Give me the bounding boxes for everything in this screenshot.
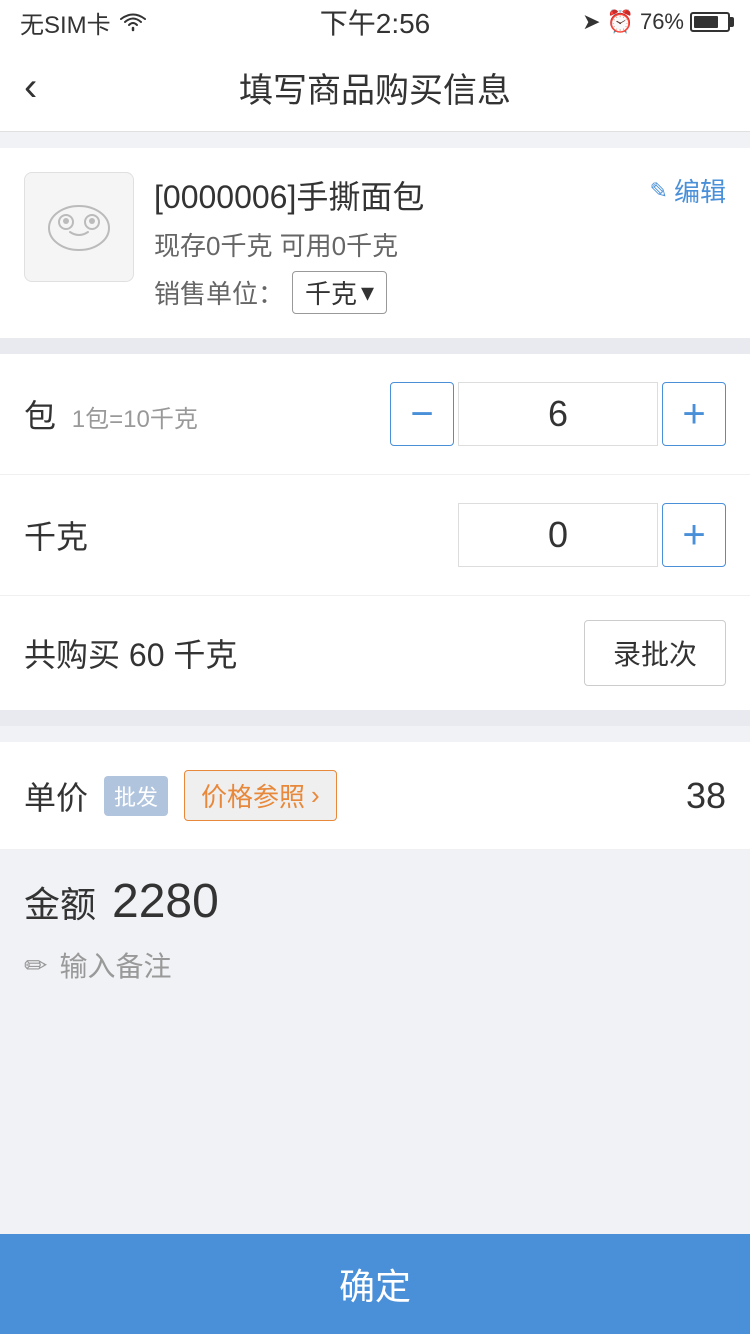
battery-icon [690, 12, 730, 32]
note-placeholder: 输入备注 [59, 945, 171, 985]
status-bar: 无SIM卡 下午2:56 ➤ ⏰ 76% [0, 0, 750, 44]
pack-decrease-button[interactable]: − [390, 382, 454, 446]
price-reference-button[interactable]: 价格参照 › [184, 770, 337, 821]
kg-qty-control: + [458, 503, 726, 567]
pack-qty-control: − + [390, 382, 726, 446]
kg-row: 千克 + [0, 475, 750, 596]
status-right: ➤ ⏰ 76% [582, 9, 730, 35]
unit-dropdown-icon: ▾ [361, 277, 374, 308]
back-button[interactable]: ‹ [24, 65, 37, 110]
wifi-icon [119, 12, 147, 32]
edit-label: 编辑 [674, 172, 726, 209]
edit-button[interactable]: ✎ 编辑 [650, 172, 726, 209]
location-icon: ➤ [582, 9, 600, 35]
amount-label: 金额 [24, 876, 96, 928]
kg-label: 千克 [24, 512, 88, 558]
product-name: [0000006]手撕面包 [154, 172, 726, 218]
product-card: [0000006]手撕面包 现存0千克 可用0千克 销售单位： 千克 ▾ ✎ 编… [0, 148, 750, 338]
record-batch-button[interactable]: 录批次 [584, 620, 726, 686]
product-logo-icon [44, 200, 114, 255]
pack-input-section: 包 1包=10千克 − + 千克 + [0, 354, 750, 596]
amount-section: 金额 2280 ✏ 输入备注 [0, 850, 750, 1001]
price-ref-label: 价格参照 [201, 777, 305, 814]
edit-icon: ✎ [650, 178, 668, 204]
batch-badge: 批发 [104, 776, 168, 816]
summary-row: 共购买 60 千克 录批次 [0, 596, 750, 710]
product-unit: 销售单位： 千克 ▾ [154, 271, 726, 314]
price-ref-arrow-icon: › [311, 780, 320, 811]
battery-percent: 76% [640, 9, 684, 35]
alarm-icon: ⏰ [607, 9, 634, 35]
section-divider-2 [0, 710, 750, 726]
section-divider-1 [0, 338, 750, 354]
price-section: 单价 批发 价格参照 › 38 [0, 742, 750, 850]
unit-badge[interactable]: 千克 ▾ [292, 271, 387, 314]
pack-row: 包 1包=10千克 − + [0, 354, 750, 475]
status-left: 无SIM卡 [20, 5, 147, 40]
price-label: 单价 [24, 773, 88, 819]
unit-value: 千克 [305, 274, 357, 311]
kg-increase-button[interactable]: + [662, 503, 726, 567]
product-stock: 现存0千克 可用0千克 [154, 226, 726, 263]
pack-label: 包 [24, 398, 56, 434]
confirm-button[interactable]: 确定 [0, 1234, 750, 1334]
status-time: 下午2:56 [320, 2, 431, 42]
note-row[interactable]: ✏ 输入备注 [24, 945, 726, 985]
product-thumbnail [24, 172, 134, 282]
page-title: 填写商品购买信息 [239, 63, 511, 112]
note-icon: ✏ [24, 949, 47, 982]
summary-text: 共购买 60 千克 [24, 630, 237, 676]
nav-bar: ‹ 填写商品购买信息 [0, 44, 750, 132]
amount-row: 金额 2280 [24, 874, 726, 929]
unit-label: 销售单位： [154, 274, 284, 311]
amount-value: 2280 [112, 874, 219, 929]
carrier-text: 无SIM卡 [20, 5, 111, 40]
price-value: 38 [686, 775, 726, 817]
pack-label-group: 包 1包=10千克 [24, 391, 198, 437]
price-row: 单价 批发 价格参照 › 38 [0, 742, 750, 850]
pack-increase-button[interactable]: + [662, 382, 726, 446]
pack-hint: 1包=10千克 [72, 406, 198, 433]
kg-qty-input[interactable] [458, 503, 658, 567]
pack-qty-input[interactable] [458, 382, 658, 446]
product-info: [0000006]手撕面包 现存0千克 可用0千克 销售单位： 千克 ▾ [154, 172, 726, 314]
